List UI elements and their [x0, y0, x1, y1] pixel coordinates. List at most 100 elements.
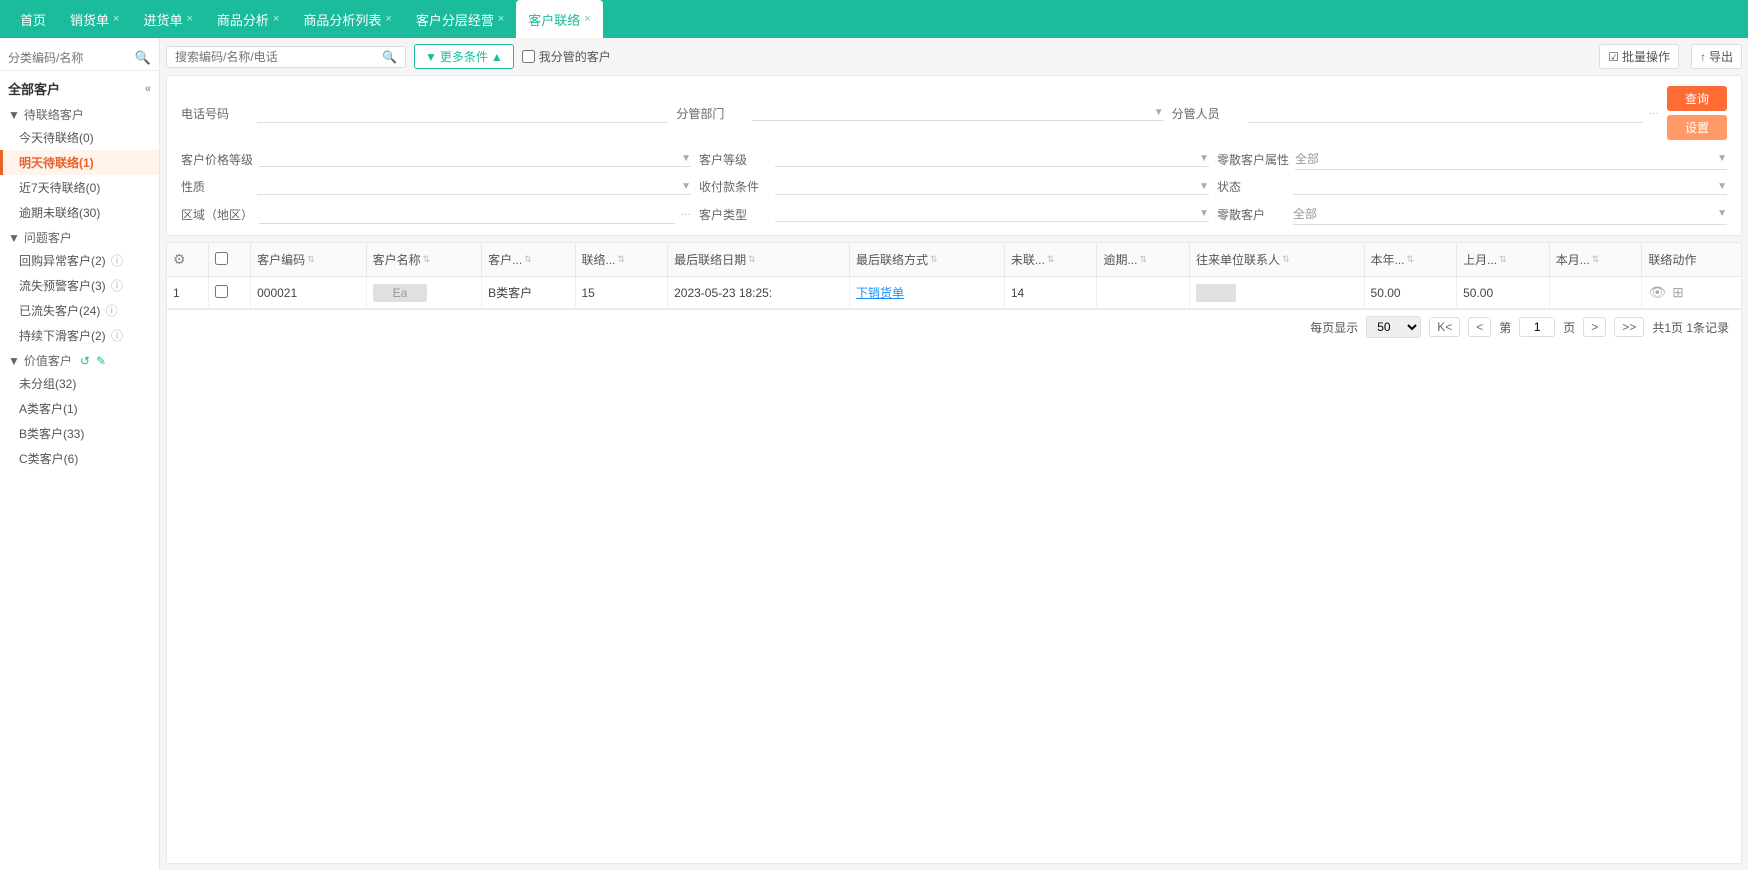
filter-region: 区域（地区） ··· [181, 205, 691, 224]
sidebar-item-declining[interactable]: 持续下滑客户(2) ⓘ [0, 323, 159, 348]
retail-customer-select[interactable]: 全部 ▼ [1293, 203, 1727, 225]
person-input[interactable] [1248, 104, 1643, 123]
region-more-icon[interactable]: ··· [681, 209, 691, 220]
filter-actions: 查询 设置 [1667, 86, 1727, 140]
edit-icon[interactable]: ✎ [96, 354, 106, 368]
filter-payment: 收付款条件 ▼ [699, 178, 1209, 195]
sidebar-item-churned[interactable]: 已流失客户(24) ⓘ [0, 298, 159, 323]
th-checkbox [208, 243, 251, 277]
row-checkbox[interactable] [215, 285, 228, 298]
filter-icon: ▼ [425, 50, 437, 64]
close-product-analysis-list-icon[interactable]: × [385, 13, 391, 25]
triangle-icon: ▼ [8, 108, 20, 122]
filter-more-btn[interactable]: ▼ 更多条件 ▲ [414, 44, 514, 69]
nav-product-analysis[interactable]: 商品分析 × [205, 0, 291, 38]
sidebar: 🔍 全部客户 « ▼ 待联络客户 今天待联络(0) 明天待联络(1) 近7天待联… [0, 38, 160, 870]
grid-icon[interactable]: ⊞ [1672, 284, 1684, 301]
export-btn[interactable]: ↑ 导出 [1691, 44, 1742, 69]
my-customers-checkbox-label[interactable]: 我分管的客户 [522, 48, 611, 65]
th-unit-contact: 往来单位联系人 ⇅ [1190, 243, 1364, 277]
close-customer-contact-icon[interactable]: × [584, 13, 590, 25]
th-customer-code: 客户编码 ⇅ [251, 243, 367, 277]
filter-row-2: 客户价格等级 ▼ 客户等级 ▼ 零散客户属性 全部 [181, 148, 1727, 170]
sidebar-item-class-c[interactable]: C类客户(6) [0, 446, 159, 471]
select-all-checkbox[interactable] [215, 252, 228, 265]
customer-level-select[interactable]: ▼ [775, 151, 1209, 167]
eye-icon[interactable]: 👁 [1648, 284, 1666, 301]
payment-label: 收付款条件 [699, 178, 769, 195]
info-icon-2: ⓘ [111, 279, 123, 293]
per-page-select[interactable]: 50 100 200 [1366, 316, 1421, 338]
nav-sales-order[interactable]: 销货单 × [58, 0, 131, 38]
close-purchase-order-icon[interactable]: × [186, 13, 192, 25]
settings-icon[interactable]: ⚙ [173, 251, 186, 267]
set-button[interactable]: 设置 [1667, 115, 1727, 140]
chevron-up-icon: ▲ [491, 50, 503, 64]
action-icons: 👁 ⊞ [1648, 284, 1735, 301]
filter-phone: 电话号码 [181, 104, 668, 123]
export-icon: ↑ [1700, 50, 1706, 64]
sidebar-search-container: 🔍 [0, 46, 159, 71]
retail-attr-select[interactable]: 全部 ▼ [1295, 148, 1727, 170]
sidebar-item-tomorrow-contact[interactable]: 明天待联络(1) [0, 150, 159, 175]
customer-type-select[interactable]: ▼ [775, 206, 1209, 222]
search-input[interactable] [175, 50, 382, 64]
first-page-btn[interactable]: K< [1429, 317, 1460, 337]
nav-home[interactable]: 首页 [8, 0, 58, 38]
payment-select[interactable]: ▼ [775, 179, 1209, 195]
dept-select[interactable]: ▼ [752, 105, 1163, 121]
phone-input[interactable] [257, 104, 668, 123]
region-input[interactable] [259, 205, 675, 224]
group-pending-contact: ▼ 待联络客户 [0, 102, 159, 125]
batch-operation-btn[interactable]: ☑ 批量操作 [1599, 44, 1679, 69]
close-customer-tier-icon[interactable]: × [498, 13, 504, 25]
td-customer-type: B类客户 [482, 277, 575, 309]
sidebar-item-abnormal-repurchase[interactable]: 回购异常客户(2) ⓘ [0, 248, 159, 273]
refresh-icon[interactable]: ↺ [80, 354, 90, 368]
sidebar-item-today-contact[interactable]: 今天待联络(0) [0, 125, 159, 150]
sidebar-item-ungrouped[interactable]: 未分组(32) [0, 371, 159, 396]
content-area: 🔍 ▼ 更多条件 ▲ 我分管的客户 ☑ 批量操作 ↑ 导出 [160, 38, 1748, 870]
retail-customer-label: 零散客户 [1217, 206, 1287, 223]
pagination-bar: 每页显示 50 100 200 K< < 第 页 > >> 共1页 1条记录 [167, 309, 1741, 344]
sidebar-item-class-a[interactable]: A类客户(1) [0, 396, 159, 421]
more-icon[interactable]: ··· [1649, 108, 1659, 119]
query-button[interactable]: 查询 [1667, 86, 1727, 111]
all-customers-section[interactable]: 全部客户 « [0, 75, 159, 102]
chevron-down-icon: ▼ [1154, 107, 1164, 118]
per-page-label: 每页显示 [1310, 319, 1358, 336]
sidebar-item-7days-contact[interactable]: 近7天待联络(0) [0, 175, 159, 200]
td-this-year: 50.00 [1364, 277, 1457, 309]
sidebar-item-class-b[interactable]: B类客户(33) [0, 421, 159, 446]
close-sales-order-icon[interactable]: × [113, 13, 119, 25]
my-customers-checkbox[interactable] [522, 50, 535, 63]
last-page-btn[interactable]: >> [1614, 317, 1644, 337]
prev-page-btn[interactable]: < [1468, 317, 1491, 337]
status-select[interactable]: ▼ [1293, 179, 1727, 195]
next-page-btn[interactable]: > [1583, 317, 1606, 337]
th-customer-type: 客户... ⇅ [482, 243, 575, 277]
sidebar-item-churn-warning[interactable]: 流失预警客户(3) ⓘ [0, 273, 159, 298]
sort-icon-4: ⇅ [618, 254, 626, 265]
region-label: 区域（地区） [181, 206, 253, 223]
phone-label: 电话号码 [181, 105, 251, 122]
nav-product-analysis-list[interactable]: 商品分析列表 × [291, 0, 403, 38]
nav-customer-tier[interactable]: 客户分层经营 × [404, 0, 516, 38]
chevron-down-icon-4: ▼ [1717, 153, 1727, 164]
gender-select[interactable]: ▼ [257, 179, 691, 195]
td-unit-contact [1190, 277, 1364, 309]
customer-value-select[interactable]: ▼ [259, 151, 691, 167]
sort-icon-9: ⇅ [1282, 254, 1290, 265]
td-customer-name: Ea [366, 277, 482, 309]
checkbox-icon: ☑ [1608, 50, 1619, 64]
page-input[interactable] [1519, 317, 1555, 337]
customer-type-label: 客户类型 [699, 206, 769, 223]
sidebar-item-overdue-contact[interactable]: 逾期未联络(30) [0, 200, 159, 225]
chevron-down-icon-6: ▼ [1199, 181, 1209, 192]
nav-customer-contact[interactable]: 客户联络 × [516, 0, 602, 38]
last-contact-method-link[interactable]: 下销货单 [856, 286, 904, 300]
nav-purchase-order[interactable]: 进货单 × [131, 0, 204, 38]
sidebar-search-input[interactable] [8, 51, 135, 65]
th-uncontacted: 未联... ⇅ [1004, 243, 1097, 277]
close-product-analysis-icon[interactable]: × [273, 13, 279, 25]
